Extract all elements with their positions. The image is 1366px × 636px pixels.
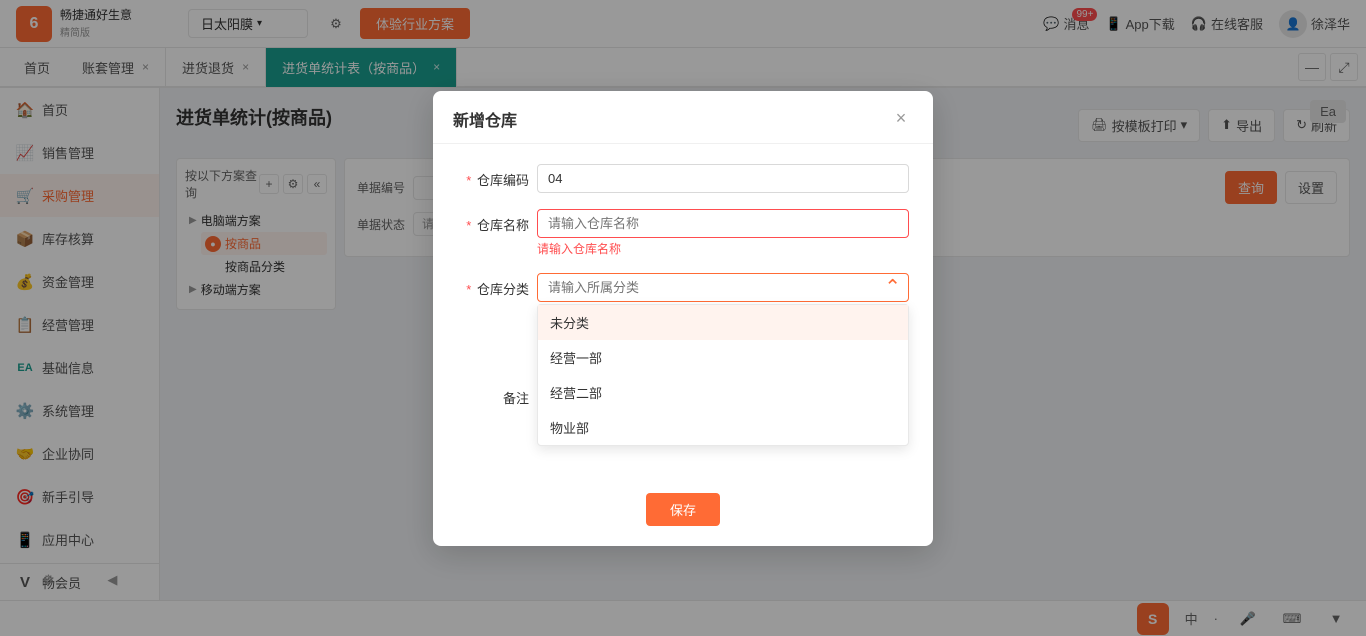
add-warehouse-dialog: 新增仓库 × * 仓库编码 * 仓库名称: [433, 91, 933, 546]
form-row-category: * 仓库分类 ⌃ 未分类经营一部经营二部物业部: [457, 273, 909, 302]
category-label: * 仓库分类: [457, 273, 537, 298]
category-dropdown: 未分类经营一部经营二部物业部: [537, 304, 909, 446]
remark-label: 备注: [457, 382, 537, 407]
category-input-wrap: ⌃ 未分类经营一部经营二部物业部: [537, 273, 909, 302]
warehouse-category-input[interactable]: [537, 273, 909, 302]
required-star-name: *: [466, 218, 471, 233]
dropdown-item-2[interactable]: 经营二部: [538, 375, 908, 410]
required-star-code: *: [466, 173, 471, 188]
modal-overlay: 新增仓库 × * 仓库编码 * 仓库名称: [0, 0, 1366, 636]
form-row-code: * 仓库编码: [457, 164, 909, 193]
save-button[interactable]: 保存: [646, 493, 720, 526]
warehouse-name-input[interactable]: [537, 209, 909, 238]
dialog-header: 新增仓库 ×: [433, 91, 933, 144]
code-input-wrap: [537, 164, 909, 193]
warehouse-name-error: 请输入仓库名称: [537, 240, 909, 257]
dropdown-item-1[interactable]: 经营一部: [538, 340, 908, 375]
dialog-title: 新增仓库: [453, 107, 517, 131]
dialog-body: * 仓库编码 * 仓库名称 请输入仓库名称: [433, 144, 933, 481]
name-label: * 仓库名称: [457, 209, 537, 234]
required-star-category: *: [466, 282, 471, 297]
code-label: * 仓库编码: [457, 164, 537, 189]
dialog-footer: 保存: [433, 481, 933, 546]
dropdown-item-0[interactable]: 未分类: [538, 305, 908, 340]
category-toggle-icon[interactable]: ⌃: [884, 275, 901, 300]
dropdown-item-3[interactable]: 物业部: [538, 410, 908, 445]
warehouse-code-input[interactable]: [537, 164, 909, 193]
form-row-name: * 仓库名称 请输入仓库名称: [457, 209, 909, 257]
dialog-close-button[interactable]: ×: [889, 107, 913, 131]
name-input-wrap: 请输入仓库名称: [537, 209, 909, 257]
